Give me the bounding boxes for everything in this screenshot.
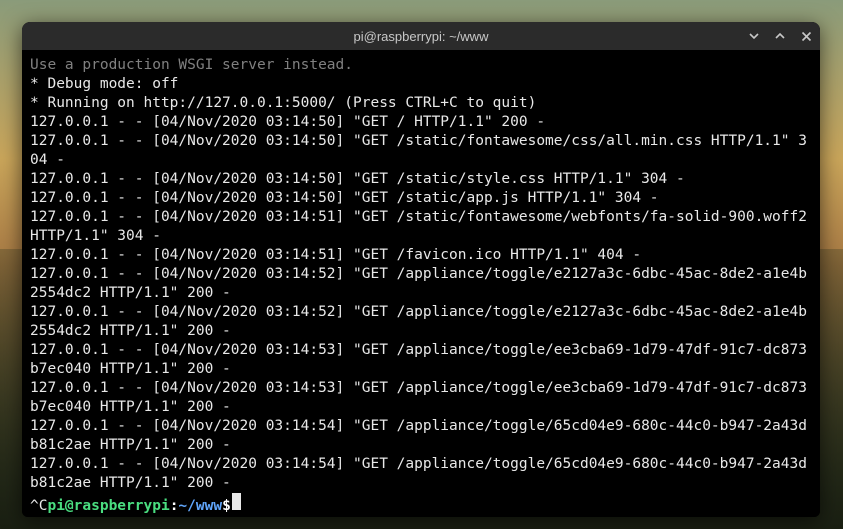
log-line: 127.0.0.1 - - [04/Nov/2020 03:14:51] "GE…	[30, 208, 812, 246]
log-line: 127.0.0.1 - - [04/Nov/2020 03:14:53] "GE…	[30, 379, 812, 417]
prompt-line: ^Cpi@raspberrypi:~/www $	[30, 493, 812, 516]
prompt-colon: :	[170, 497, 179, 516]
cursor-icon	[232, 493, 241, 510]
prompt-user-host: pi@raspberrypi	[47, 497, 169, 516]
log-line: 127.0.0.1 - - [04/Nov/2020 03:14:53] "GE…	[30, 341, 812, 379]
close-icon[interactable]	[798, 28, 814, 44]
window-title: pi@raspberrypi: ~/www	[354, 29, 489, 44]
log-line: 127.0.0.1 - - [04/Nov/2020 03:14:54] "GE…	[30, 455, 812, 493]
interrupt-text: ^C	[30, 497, 47, 516]
log-line: 127.0.0.1 - - [04/Nov/2020 03:14:50] "GE…	[30, 113, 812, 132]
window-controls	[746, 22, 814, 50]
terminal-body[interactable]: Use a production WSGI server instead. * …	[22, 50, 820, 517]
log-line: 127.0.0.1 - - [04/Nov/2020 03:14:50] "GE…	[30, 170, 812, 189]
prompt-path: ~/www	[178, 497, 222, 516]
minimize-icon[interactable]	[746, 28, 762, 44]
log-line: 127.0.0.1 - - [04/Nov/2020 03:14:50] "GE…	[30, 132, 812, 170]
log-line: * Debug mode: off	[30, 75, 812, 94]
maximize-icon[interactable]	[772, 28, 788, 44]
log-line: 127.0.0.1 - - [04/Nov/2020 03:14:51] "GE…	[30, 246, 812, 265]
log-line: 127.0.0.1 - - [04/Nov/2020 03:14:50] "GE…	[30, 189, 812, 208]
log-line: 127.0.0.1 - - [04/Nov/2020 03:14:54] "GE…	[30, 417, 812, 455]
titlebar[interactable]: pi@raspberrypi: ~/www	[22, 22, 820, 50]
log-line: Use a production WSGI server instead.	[30, 56, 812, 75]
log-line: * Running on http://127.0.0.1:5000/ (Pre…	[30, 94, 812, 113]
prompt-symbol: $	[222, 497, 231, 516]
log-line: 127.0.0.1 - - [04/Nov/2020 03:14:52] "GE…	[30, 303, 812, 341]
log-line: 127.0.0.1 - - [04/Nov/2020 03:14:52] "GE…	[30, 265, 812, 303]
terminal-window: pi@raspberrypi: ~/www Use a production W…	[22, 22, 820, 517]
